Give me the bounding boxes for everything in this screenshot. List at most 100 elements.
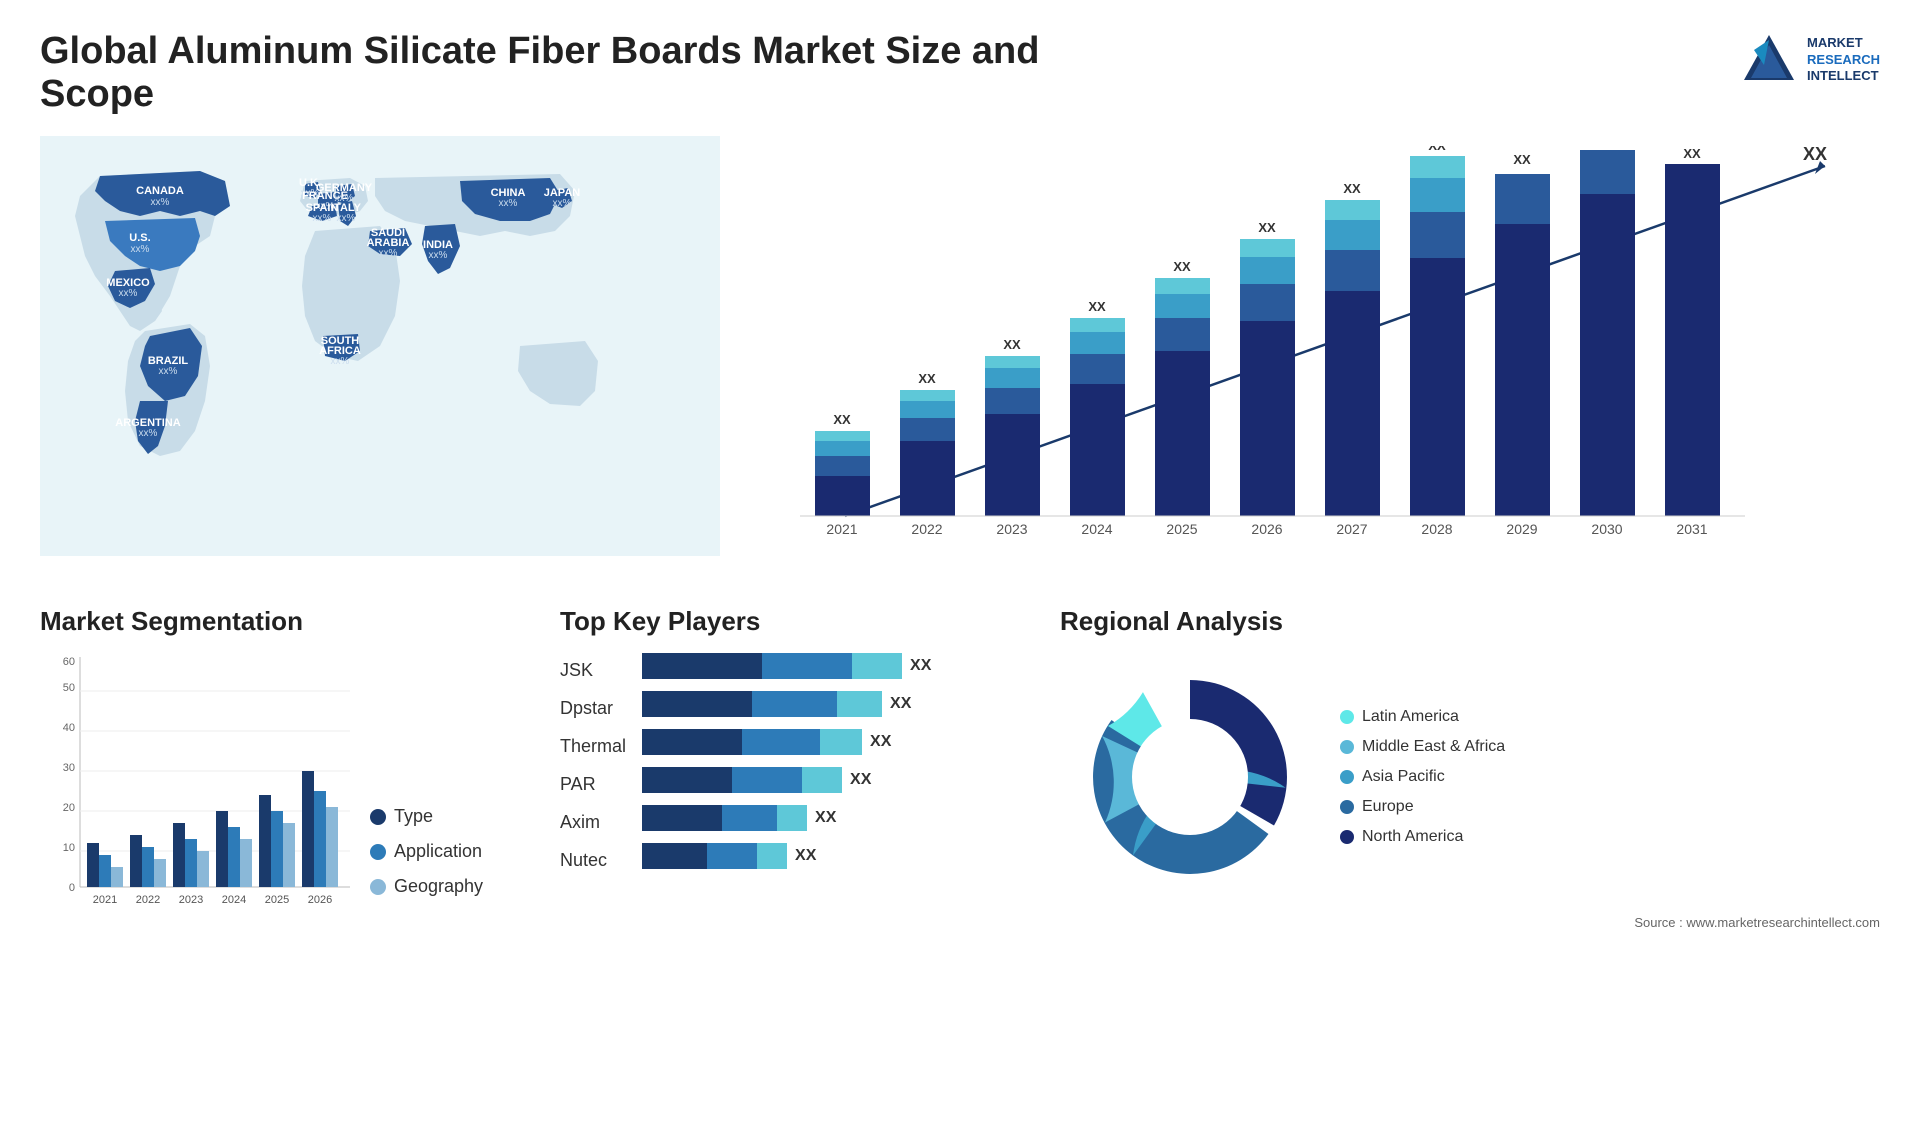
reg-label-mea: Middle East & Africa bbox=[1362, 738, 1505, 756]
logo-area: MARKET RESEARCH INTELLECT bbox=[1739, 30, 1880, 90]
svg-text:xx%: xx% bbox=[139, 428, 158, 439]
player-row-thermal: XX bbox=[642, 723, 1040, 761]
svg-text:60: 60 bbox=[63, 656, 75, 668]
player-bar-jsk-mid bbox=[762, 653, 852, 679]
svg-text:2029: 2029 bbox=[1506, 521, 1537, 537]
map-section: CANADA xx% U.S. xx% MEXICO xx% BRAZIL xx… bbox=[40, 136, 720, 576]
logo-box: MARKET RESEARCH INTELLECT bbox=[1739, 30, 1880, 90]
legend-type-dot bbox=[370, 809, 386, 825]
svg-text:2024: 2024 bbox=[222, 894, 246, 906]
reg-label-europe: Europe bbox=[1362, 798, 1414, 816]
reg-label-north-america: North America bbox=[1362, 828, 1463, 846]
page-wrapper: Global Aluminum Silicate Fiber Boards Ma… bbox=[0, 0, 1920, 1146]
bar-chart-section: XX XX XX bbox=[750, 136, 1880, 576]
world-map-svg: CANADA xx% U.S. xx% MEXICO xx% BRAZIL xx… bbox=[40, 136, 720, 556]
segmentation-section: Market Segmentation 0 10 20 30 40 50 60 bbox=[40, 606, 540, 927]
legend-geography: Geography bbox=[370, 876, 483, 897]
player-row-axim: XX bbox=[642, 799, 1040, 837]
player-bar-jsk bbox=[642, 653, 902, 679]
bar-chart-container: XX XX XX bbox=[760, 146, 1860, 566]
svg-text:2022: 2022 bbox=[911, 521, 942, 537]
svg-text:50: 50 bbox=[63, 682, 75, 694]
svg-text:xx%: xx% bbox=[331, 356, 350, 367]
logo-icon bbox=[1739, 30, 1799, 90]
svg-text:xx%: xx% bbox=[131, 244, 150, 255]
players-labels: JSK Dpstar Thermal PAR Axim Nutec bbox=[560, 647, 626, 879]
reg-dot-mea bbox=[1340, 740, 1354, 754]
regional-legend: Latin America Middle East & Africa Asia … bbox=[1340, 708, 1505, 846]
svg-text:xx%: xx% bbox=[553, 198, 572, 209]
player-bar-par-light bbox=[802, 767, 842, 793]
source-text: Source : www.marketresearchintellect.com bbox=[1060, 915, 1880, 930]
player-label-thermal: Thermal bbox=[560, 727, 626, 765]
svg-text:2026: 2026 bbox=[1251, 521, 1282, 537]
donut-svg bbox=[1060, 647, 1320, 907]
player-row-jsk: XX bbox=[642, 647, 1040, 685]
seg-chart-svg: 0 10 20 30 40 50 60 bbox=[40, 647, 360, 927]
player-bar-par-mid bbox=[732, 767, 802, 793]
legend-geography-label: Geography bbox=[394, 876, 483, 897]
svg-text:2025: 2025 bbox=[265, 894, 289, 906]
player-bar-nutec bbox=[642, 843, 787, 869]
svg-text:xx%: xx% bbox=[119, 288, 138, 299]
reg-label-latin-america: Latin America bbox=[1362, 708, 1459, 726]
svg-text:XX: XX bbox=[833, 412, 851, 427]
svg-text:XX: XX bbox=[1003, 337, 1021, 352]
svg-text:xx%: xx% bbox=[159, 366, 178, 377]
players-bars-area: XX XX bbox=[642, 647, 1040, 875]
legend-application-dot bbox=[370, 844, 386, 860]
legend-application-label: Application bbox=[394, 841, 482, 862]
logo-text: MARKET RESEARCH INTELLECT bbox=[1807, 35, 1880, 86]
reg-legend-europe: Europe bbox=[1340, 798, 1505, 816]
svg-text:xx%: xx% bbox=[151, 197, 170, 208]
svg-text:2031: 2031 bbox=[1676, 521, 1707, 537]
svg-text:2030: 2030 bbox=[1591, 521, 1622, 537]
players-content: JSK Dpstar Thermal PAR Axim Nutec bbox=[560, 647, 1040, 879]
legend-type: Type bbox=[370, 806, 483, 827]
regional-section: Regional Analysis bbox=[1060, 606, 1880, 930]
svg-text:30: 30 bbox=[63, 762, 75, 774]
player-xx-nutec: XX bbox=[795, 847, 816, 865]
segmentation-title: Market Segmentation bbox=[40, 606, 540, 637]
svg-text:U.S.: U.S. bbox=[129, 232, 150, 244]
svg-text:XX: XX bbox=[1428, 146, 1446, 153]
svg-text:40: 40 bbox=[63, 722, 75, 734]
svg-text:XX: XX bbox=[1683, 146, 1701, 161]
player-row-par: XX bbox=[642, 761, 1040, 799]
svg-text:2024: 2024 bbox=[1081, 521, 1112, 537]
players-section: Top Key Players JSK Dpstar Thermal PAR A… bbox=[560, 606, 1040, 879]
bottom-row: Market Segmentation 0 10 20 30 40 50 60 bbox=[40, 606, 1880, 930]
player-bar-jsk-dark bbox=[642, 653, 762, 679]
player-bar-par-dark bbox=[642, 767, 732, 793]
player-bar-jsk-light bbox=[852, 653, 902, 679]
player-label-jsk: JSK bbox=[560, 651, 626, 689]
player-label-dpstar: Dpstar bbox=[560, 689, 626, 727]
svg-text:2022: 2022 bbox=[136, 894, 160, 906]
regional-content: Latin America Middle East & Africa Asia … bbox=[1060, 647, 1880, 907]
svg-text:XX: XX bbox=[918, 371, 936, 386]
svg-text:2023: 2023 bbox=[996, 521, 1027, 537]
player-bar-nutec-light bbox=[757, 843, 787, 869]
svg-text:xx%: xx% bbox=[499, 198, 518, 209]
svg-text:2023: 2023 bbox=[179, 894, 203, 906]
svg-text:xx%: xx% bbox=[337, 213, 356, 224]
player-bar-axim-dark bbox=[642, 805, 722, 831]
legend-type-label: Type bbox=[394, 806, 433, 827]
svg-text:XX: XX bbox=[1173, 259, 1191, 274]
seg-content: 0 10 20 30 40 50 60 bbox=[40, 647, 540, 927]
svg-text:XX: XX bbox=[1258, 220, 1276, 235]
player-bar-nutec-mid bbox=[707, 843, 757, 869]
player-bar-dpstar-light bbox=[837, 691, 882, 717]
player-bar-dpstar-dark bbox=[642, 691, 752, 717]
svg-text:0: 0 bbox=[69, 882, 75, 894]
reg-label-asia-pacific: Asia Pacific bbox=[1362, 768, 1445, 786]
legend-geography-dot bbox=[370, 879, 386, 895]
svg-text:2021: 2021 bbox=[93, 894, 117, 906]
reg-legend-mea: Middle East & Africa bbox=[1340, 738, 1505, 756]
player-row-dpstar: XX bbox=[642, 685, 1040, 723]
player-bar-thermal-dark bbox=[642, 729, 742, 755]
svg-text:xx%: xx% bbox=[313, 213, 332, 224]
top-row: CANADA xx% U.S. xx% MEXICO xx% BRAZIL xx… bbox=[40, 136, 1880, 576]
svg-text:20: 20 bbox=[63, 802, 75, 814]
player-bar-dpstar bbox=[642, 691, 882, 717]
